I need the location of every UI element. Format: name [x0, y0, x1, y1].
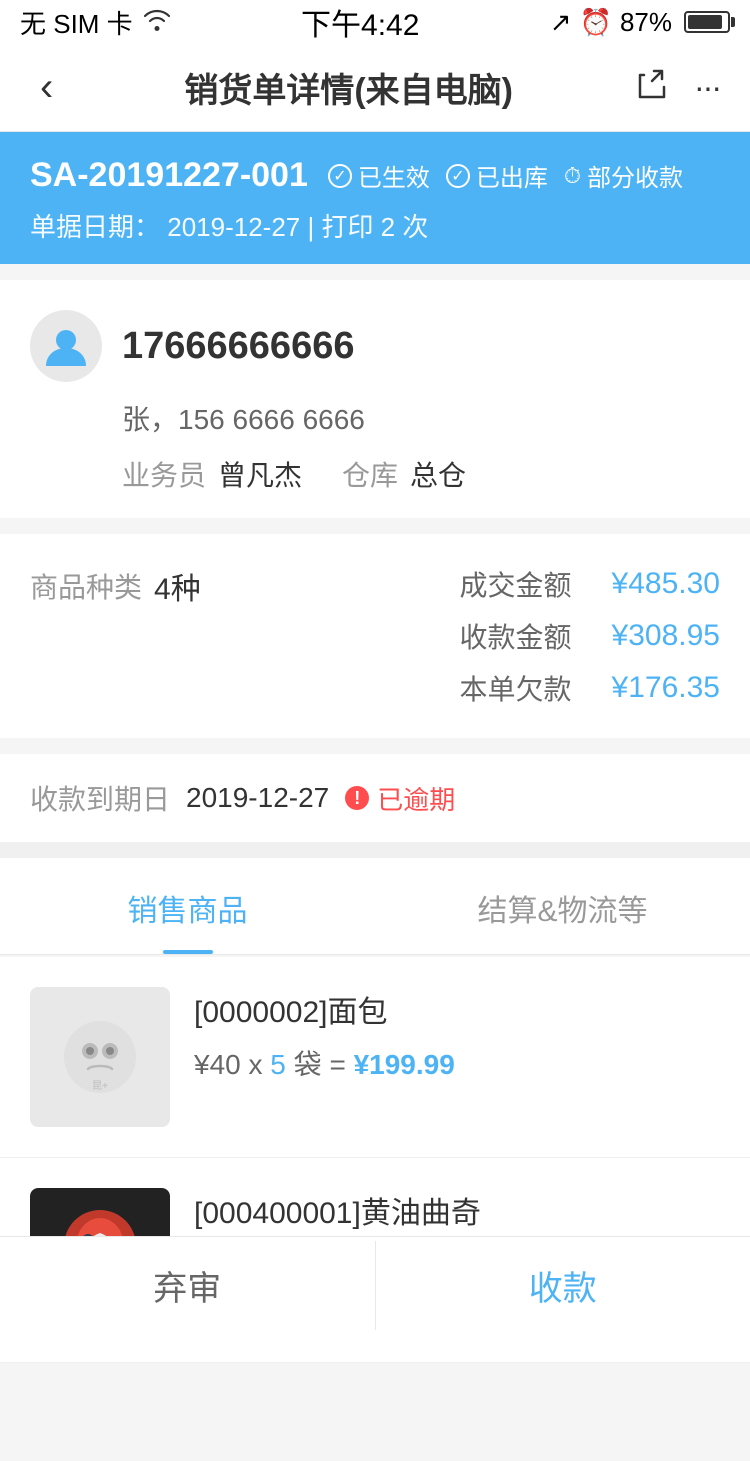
product-qty-1: 5: [270, 1049, 286, 1080]
wifi-icon: [143, 7, 171, 38]
equals-1: =: [329, 1049, 353, 1080]
order-id: SA-20191227-001: [30, 156, 308, 195]
tab-settlement[interactable]: 结算&物流等: [375, 858, 750, 954]
received-label: 收款金额: [460, 616, 572, 656]
due-date: 2019-12-27: [186, 782, 329, 814]
deal-label: 成交金额: [460, 564, 572, 604]
tab-sales-label: 销售商品: [128, 895, 248, 928]
tab-settlement-label: 结算&物流等: [477, 895, 647, 928]
order-meta-date: 2019-12-27: [167, 212, 300, 242]
status-left: 无 SIM 卡: [20, 4, 171, 41]
price-sep-1: x: [249, 1049, 271, 1080]
overdue-icon: !: [345, 786, 369, 810]
cancel-label: 弃审: [153, 1270, 221, 1308]
location-icon: ↗: [550, 7, 572, 38]
badge-activated-label: 已生效: [358, 158, 430, 193]
overdue-text: 已逾期: [377, 780, 455, 817]
product-name-1: [0000002]面包: [194, 987, 720, 1031]
stats-section: 商品种类 4种 成交金额 ¥485.30 收款金额 ¥308.95 本单欠款 ¥…: [0, 534, 750, 738]
product-price-row-1: ¥40 x 5 袋 = ¥199.99: [194, 1043, 720, 1083]
warehouse-label: 仓库: [342, 454, 398, 494]
order-header: SA-20191227-001 ✓ 已生效 ✓ 已出库 ⏱ 部分收款 单据日期：…: [0, 132, 750, 264]
stats-right: 成交金额 ¥485.30 收款金额 ¥308.95 本单欠款 ¥176.35: [460, 564, 720, 708]
order-header-top: SA-20191227-001 ✓ 已生效 ✓ 已出库 ⏱ 部分收款: [30, 156, 720, 195]
status-badges: ✓ 已生效 ✓ 已出库 ⏱ 部分收款: [328, 158, 683, 193]
badge-partial: ⏱ 部分收款: [564, 158, 683, 193]
order-meta-label: 单据日期：: [30, 212, 160, 242]
status-right: ↗ ⏰ 87%: [550, 7, 730, 38]
product-name-2: [000400001]黄油曲奇: [194, 1188, 720, 1232]
type-value: 4种: [154, 564, 201, 608]
tabs: 销售商品 结算&物流等: [0, 858, 750, 955]
due-label: 收款到期日: [30, 778, 170, 818]
overdue-badge: ! 已逾期: [345, 780, 455, 817]
staff-label: 业务员: [122, 454, 206, 494]
customer-name-phone: 张，156 6666 6666: [30, 398, 720, 438]
cancel-button[interactable]: 弃审: [0, 1241, 376, 1330]
product-total-1: ¥199.99: [354, 1049, 455, 1080]
battery-icon: [684, 11, 730, 33]
product-placeholder-1: 昆+: [30, 987, 170, 1127]
due-section: 收款到期日 2019-12-27 ! 已逾期: [0, 754, 750, 842]
badge-shipped-label: 已出库: [476, 158, 548, 193]
received-value: ¥308.95: [612, 619, 720, 653]
badge-shipped: ✓ 已出库: [446, 158, 548, 193]
customer-detail-row: 业务员 曾凡杰 仓库 总仓: [30, 454, 720, 494]
debt-label: 本单欠款: [460, 668, 572, 708]
check-icon-1: ✓: [328, 164, 352, 188]
status-bar: 无 SIM 卡 下午4:42 ↗ ⏰ 87%: [0, 0, 750, 44]
product-type-row: 商品种类 4种: [30, 564, 201, 608]
staff-name: 曾凡杰: [218, 454, 302, 494]
warehouse-info: 仓库 总仓: [342, 454, 466, 494]
badge-partial-label: 部分收款: [587, 158, 683, 193]
order-meta: 单据日期： 2019-12-27 | 打印 2 次: [30, 207, 720, 244]
received-amount-row: 收款金额 ¥308.95: [460, 616, 720, 656]
share-button[interactable]: [634, 65, 670, 110]
nav-bar: ‹ 销货单详情(来自电脑) ···: [0, 44, 750, 132]
stats-left: 商品种类 4种: [30, 564, 201, 608]
product-image-1: 昆+: [30, 987, 170, 1127]
debt-value: ¥176.35: [612, 671, 720, 705]
staff-info: 业务员 曾凡杰: [122, 454, 302, 494]
product-price-1: ¥40: [194, 1049, 241, 1080]
svg-text:昆+: 昆+: [92, 1080, 108, 1092]
more-button[interactable]: ···: [694, 69, 720, 106]
badge-activated: ✓ 已生效: [328, 158, 430, 193]
avatar: [30, 310, 102, 382]
section-divider: [0, 842, 750, 858]
debt-amount-row: 本单欠款 ¥176.35: [460, 668, 720, 708]
no-sim-text: 无 SIM 卡: [20, 4, 133, 41]
customer-section: 17666666666 张，156 6666 6666 业务员 曾凡杰 仓库 总…: [0, 280, 750, 518]
product-item: 昆+ [0000002]面包 ¥40 x 5 袋 = ¥199.99: [0, 957, 750, 1158]
deal-amount-row: 成交金额 ¥485.30: [460, 564, 720, 604]
battery-text: 87%: [620, 7, 672, 38]
check-icon-2: ✓: [446, 164, 470, 188]
nav-actions: ···: [634, 65, 720, 110]
alarm-icon: ⏰: [580, 7, 612, 38]
status-time: 下午4:42: [301, 0, 419, 44]
confirm-label: 收款: [529, 1270, 597, 1308]
back-button[interactable]: ‹: [30, 55, 63, 120]
customer-info: 17666666666: [30, 310, 720, 382]
deal-value: ¥485.30: [612, 567, 720, 601]
tab-sales-products[interactable]: 销售商品: [0, 858, 375, 954]
customer-phone: 17666666666: [122, 325, 354, 368]
page-title: 销货单详情(来自电脑): [184, 63, 513, 112]
clock-icon: ⏱: [564, 163, 581, 189]
confirm-button[interactable]: 收款: [376, 1241, 750, 1330]
type-label: 商品种类: [30, 566, 142, 606]
product-info-1: [0000002]面包 ¥40 x 5 袋 = ¥199.99: [194, 987, 720, 1083]
bottom-bar: 弃审 收款: [0, 1236, 750, 1334]
product-unit-1: 袋: [294, 1049, 322, 1080]
warehouse-name: 总仓: [410, 454, 466, 494]
order-meta-print: | 打印 2 次: [307, 212, 428, 242]
